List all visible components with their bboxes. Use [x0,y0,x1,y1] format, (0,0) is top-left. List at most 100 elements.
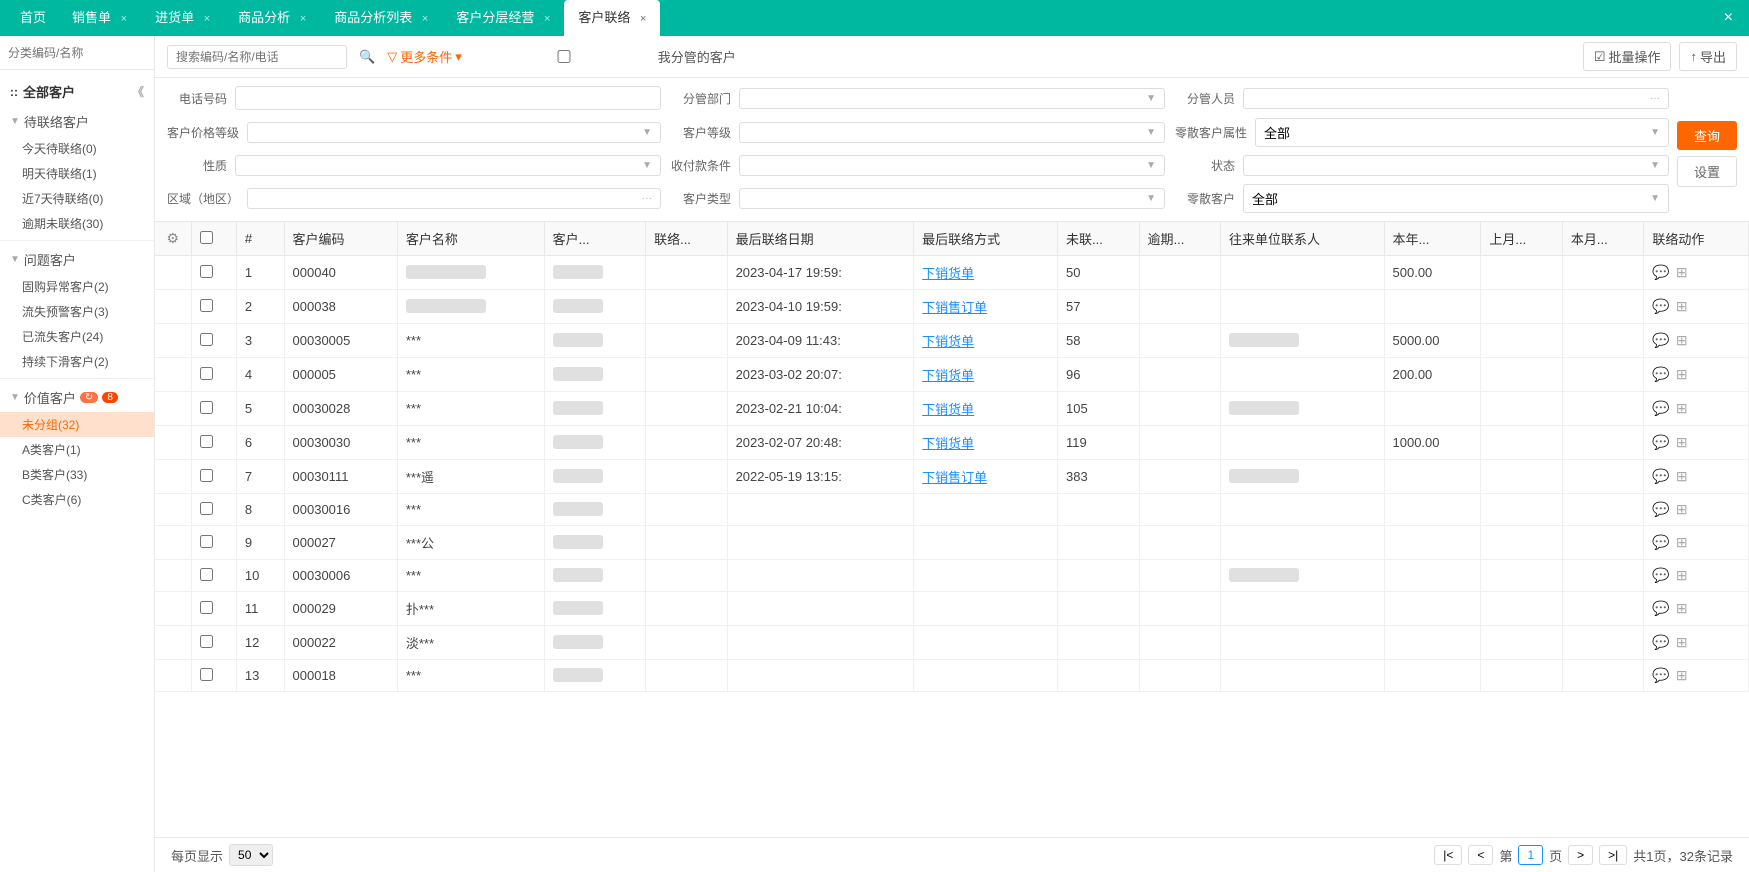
close-icon[interactable]: × [544,13,550,25]
my-customers-check[interactable] [474,50,654,63]
row-checkbox[interactable] [200,333,213,346]
sidebar-search-input[interactable] [8,46,155,60]
row-checkbox[interactable] [200,367,213,380]
sidebar-item-week[interactable]: 近7天待联络(0) [0,186,154,211]
sidebar-item-abnormal[interactable]: 固购异常客户(2) [0,274,154,299]
chat-icon[interactable]: 💬 [1652,468,1669,485]
row-checkbox[interactable] [200,502,213,515]
chat-icon[interactable]: 💬 [1652,501,1669,518]
chat-icon[interactable]: 💬 [1652,634,1669,651]
sidebar-item-group-a[interactable]: A类客户(1) [0,437,154,462]
sidebar-item-hold-down[interactable]: 持续下滑客户(2) [0,349,154,374]
contact-way-link[interactable]: 下销货单 [922,368,974,383]
row-checkbox[interactable] [200,601,213,614]
price-level-select[interactable]: ▼ [247,122,661,143]
settings-icon[interactable]: ⚙ [166,230,179,246]
window-close-button[interactable]: × [1716,9,1741,27]
query-button[interactable]: 查询 [1677,121,1737,150]
contact-way-link[interactable]: 下销货单 [922,436,974,451]
sidebar-item-group-b[interactable]: B类客户(33) [0,462,154,487]
sidebar-group-problem[interactable]: ▼ 问题客户 [0,245,154,274]
chat-icon[interactable]: 💬 [1652,667,1669,684]
grid-action-icon[interactable]: ⊞ [1676,667,1688,684]
nav-tab-customer-contact[interactable]: 客户联络 × [564,0,660,36]
grid-action-icon[interactable]: ⊞ [1676,501,1688,518]
grid-action-icon[interactable]: ⊞ [1676,567,1688,584]
chat-icon[interactable]: 💬 [1652,600,1669,617]
contact-way-link[interactable]: 下销售订单 [922,300,987,315]
grid-action-icon[interactable]: ⊞ [1676,400,1688,417]
row-checkbox[interactable] [200,568,213,581]
chat-icon[interactable]: 💬 [1652,567,1669,584]
nature-select[interactable]: ▼ [235,155,661,176]
row-checkbox[interactable] [200,299,213,312]
chat-icon[interactable]: 💬 [1652,434,1669,451]
close-icon[interactable]: × [640,13,646,25]
first-page-button[interactable]: |< [1434,845,1462,865]
nav-tab-product-analysis-list[interactable]: 商品分析列表 × [320,0,442,36]
nav-tab-sales[interactable]: 销售单 × [58,0,141,36]
sidebar-group-pending[interactable]: ▼ 待联络客户 [0,107,154,136]
grid-action-icon[interactable]: ⊞ [1676,332,1688,349]
more-filters-button[interactable]: ▽ 更多条件 ▾ [387,47,462,66]
close-icon[interactable]: × [121,13,127,25]
row-checkbox[interactable] [200,265,213,278]
batch-ops-button[interactable]: ☑ 批量操作 [1583,42,1672,71]
chat-icon[interactable]: 💬 [1652,264,1669,281]
contact-way-link[interactable]: 下销货单 [922,266,974,281]
payment-select[interactable]: ▼ [739,155,1165,176]
status-select[interactable]: ▼ [1243,155,1669,176]
grid-action-icon[interactable]: ⊞ [1676,434,1688,451]
retail-attr-select[interactable]: 全部 ▼ [1255,118,1669,147]
grid-action-icon[interactable]: ⊞ [1676,534,1688,551]
customer-level-select[interactable]: ▼ [739,122,1165,143]
nav-tab-customer-segment[interactable]: 客户分层经营 × [442,0,564,36]
contact-way-link[interactable]: 下销售订单 [922,470,987,485]
grid-action-icon[interactable]: ⊞ [1676,634,1688,651]
row-checkbox[interactable] [200,435,213,448]
dept-select[interactable]: ▼ [739,88,1165,109]
nav-tab-purchase[interactable]: 进货单 × [141,0,224,36]
export-button[interactable]: ↑ 导出 [1679,42,1737,71]
last-page-button[interactable]: >| [1599,845,1627,865]
grid-action-icon[interactable]: ⊞ [1676,264,1688,281]
chat-icon[interactable]: 💬 [1652,400,1669,417]
grid-action-icon[interactable]: ⊞ [1676,468,1688,485]
nav-tab-product-analysis[interactable]: 商品分析 × [224,0,320,36]
close-icon[interactable]: × [422,13,428,25]
sidebar-item-today[interactable]: 今天待联络(0) [0,136,154,161]
row-checkbox[interactable] [200,668,213,681]
next-page-button[interactable]: > [1568,845,1593,865]
close-icon[interactable]: × [300,13,306,25]
chat-icon[interactable]: 💬 [1652,366,1669,383]
select-all-checkbox[interactable] [200,231,213,244]
grid-action-icon[interactable]: ⊞ [1676,298,1688,315]
grid-action-icon[interactable]: ⊞ [1676,600,1688,617]
sidebar-item-lost[interactable]: 已流失客户(24) [0,324,154,349]
close-icon[interactable]: × [204,13,210,25]
contact-way-link[interactable]: 下销货单 [922,334,974,349]
search-button[interactable]: 🔍 [359,49,375,65]
prev-page-button[interactable]: < [1468,845,1493,865]
retail-customer-select[interactable]: 全部 ▼ [1243,184,1669,213]
row-checkbox[interactable] [200,401,213,414]
chat-icon[interactable]: 💬 [1652,298,1669,315]
customer-type-select[interactable]: ▼ [739,188,1165,209]
row-checkbox[interactable] [200,535,213,548]
row-checkbox[interactable] [200,469,213,482]
sidebar-item-group-c[interactable]: C类客户(6) [0,487,154,512]
search-input[interactable] [167,45,347,69]
phone-input[interactable] [235,86,661,110]
reset-button[interactable]: 设置 [1677,156,1737,187]
per-page-select[interactable]: 50 [229,844,273,866]
region-select[interactable]: ··· [247,188,661,209]
sidebar-item-flow-warn[interactable]: 流失预警客户(3) [0,299,154,324]
sidebar-item-overdue[interactable]: 逾期未联络(30) [0,211,154,236]
sidebar-group-value[interactable]: ▼ 价值客户 ↻ 8 [0,383,154,412]
sidebar-item-unclassified[interactable]: 未分组(32) [0,412,154,437]
row-checkbox[interactable] [200,635,213,648]
chat-icon[interactable]: 💬 [1652,534,1669,551]
contact-way-link[interactable]: 下销货单 [922,402,974,417]
grid-action-icon[interactable]: ⊞ [1676,366,1688,383]
sidebar-item-tomorrow[interactable]: 明天待联络(1) [0,161,154,186]
